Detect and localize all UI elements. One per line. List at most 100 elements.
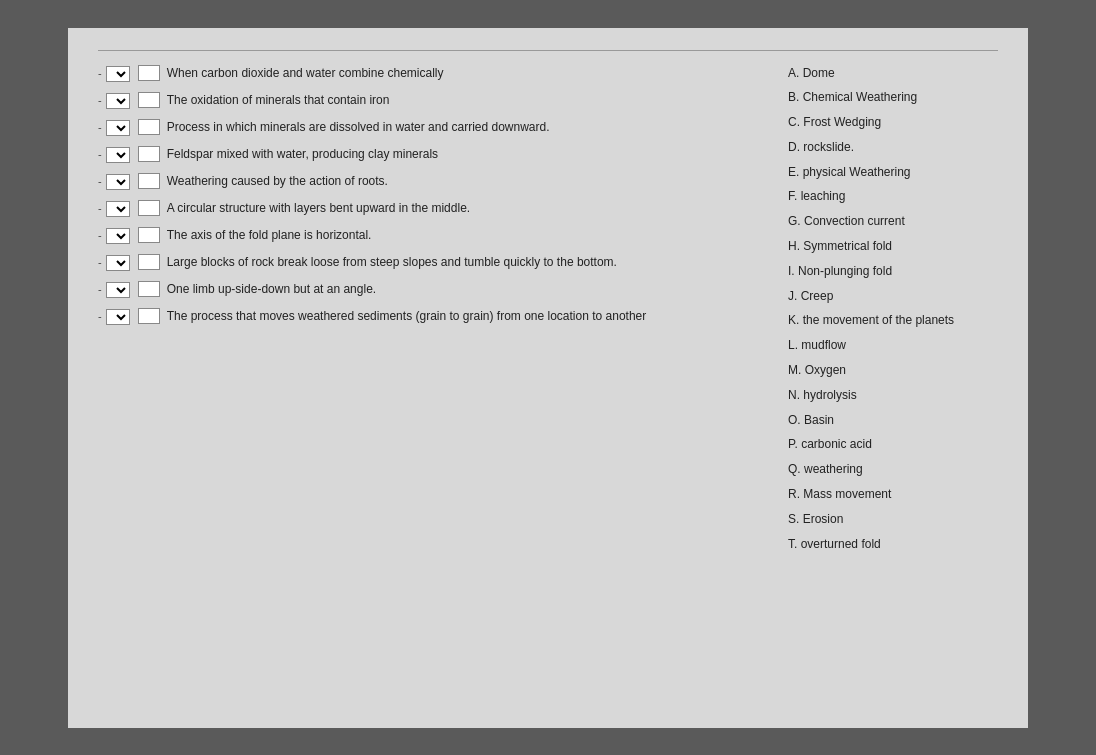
answer-letter: S. [788, 512, 803, 526]
answer-input-box[interactable] [138, 281, 160, 297]
answer-letter: I. [788, 264, 798, 278]
answer-item: E. physical Weathering [788, 164, 998, 181]
minus-control[interactable]: - [98, 67, 102, 79]
answer-select-10[interactable]: ABCDEFGHIJKLMNOPQRST [106, 309, 130, 325]
answer-letter: E. [788, 165, 803, 179]
minus-control[interactable]: - [98, 229, 102, 241]
answer-letter: T. [788, 537, 801, 551]
minus-control[interactable]: - [98, 202, 102, 214]
answer-item: I. Non-plunging fold [788, 263, 998, 280]
minus-control[interactable]: - [98, 121, 102, 133]
content-area: - ABCDEFGHIJKLMNOPQRST When carbon dioxi… [98, 65, 998, 561]
answer-letter: O. [788, 413, 804, 427]
answer-input-box[interactable] [138, 65, 160, 81]
answer-letter: J. [788, 289, 801, 303]
minus-control[interactable]: - [98, 310, 102, 322]
answer-item: J. Creep [788, 288, 998, 305]
answer-letter: P. [788, 437, 801, 451]
answer-input-box[interactable] [138, 92, 160, 108]
answer-letter: L. [788, 338, 801, 352]
answer-select-3[interactable]: ABCDEFGHIJKLMNOPQRST [106, 120, 130, 136]
answer-item: T. overturned fold [788, 536, 998, 553]
answer-input-box[interactable] [138, 146, 160, 162]
answer-letter: K. [788, 313, 803, 327]
page-title [98, 46, 998, 51]
answer-item: D. rockslide. [788, 139, 998, 156]
answer-letter: H. [788, 239, 803, 253]
answer-text: Basin [804, 413, 834, 427]
answer-text: Oxygen [805, 363, 846, 377]
answer-item: R. Mass movement [788, 486, 998, 503]
answer-item: F. leaching [788, 188, 998, 205]
question-text: A circular structure with layers bent up… [167, 200, 470, 217]
answer-input-box[interactable] [138, 254, 160, 270]
main-page: - ABCDEFGHIJKLMNOPQRST When carbon dioxi… [68, 28, 1028, 728]
answer-letter: R. [788, 487, 803, 501]
answer-item: G. Convection current [788, 213, 998, 230]
question-text: When carbon dioxide and water combine ch… [167, 65, 444, 82]
question-row: - ABCDEFGHIJKLMNOPQRST Weathering caused… [98, 173, 758, 190]
answer-input-box[interactable] [138, 173, 160, 189]
answer-input-box[interactable] [138, 200, 160, 216]
question-text: Weathering caused by the action of roots… [167, 173, 388, 190]
answer-text: weathering [804, 462, 863, 476]
answer-text: Frost Wedging [803, 115, 881, 129]
answer-item: B. Chemical Weathering [788, 89, 998, 106]
question-row: - ABCDEFGHIJKLMNOPQRST When carbon dioxi… [98, 65, 758, 82]
answer-text: overturned fold [801, 537, 881, 551]
answer-letter: F. [788, 189, 801, 203]
answer-letter: C. [788, 115, 803, 129]
question-row: - ABCDEFGHIJKLMNOPQRST The process that … [98, 308, 758, 325]
answer-text: Dome [803, 66, 835, 80]
question-text: Process in which minerals are dissolved … [167, 119, 550, 136]
answer-text: Non-plunging fold [798, 264, 892, 278]
answer-item: P. carbonic acid [788, 436, 998, 453]
question-row: - ABCDEFGHIJKLMNOPQRST A circular struct… [98, 200, 758, 217]
answer-text: carbonic acid [801, 437, 872, 451]
minus-control[interactable]: - [98, 256, 102, 268]
answer-text: mudflow [801, 338, 846, 352]
answer-select-5[interactable]: ABCDEFGHIJKLMNOPQRST [106, 174, 130, 190]
minus-control[interactable]: - [98, 175, 102, 187]
question-text: One limb up-side-down but at an angle. [167, 281, 376, 298]
left-column: - ABCDEFGHIJKLMNOPQRST When carbon dioxi… [98, 65, 778, 561]
answer-select-1[interactable]: ABCDEFGHIJKLMNOPQRST [106, 66, 130, 82]
answer-letter: D. [788, 140, 803, 154]
answer-item: L. mudflow [788, 337, 998, 354]
answer-input-box[interactable] [138, 227, 160, 243]
question-row: - ABCDEFGHIJKLMNOPQRST Feldspar mixed wi… [98, 146, 758, 163]
question-row: - ABCDEFGHIJKLMNOPQRST The axis of the f… [98, 227, 758, 244]
answer-letter: A. [788, 66, 803, 80]
minus-control[interactable]: - [98, 283, 102, 295]
answer-select-2[interactable]: ABCDEFGHIJKLMNOPQRST [106, 93, 130, 109]
answer-item: M. Oxygen [788, 362, 998, 379]
answer-text: Erosion [803, 512, 844, 526]
question-row: - ABCDEFGHIJKLMNOPQRST One limb up-side-… [98, 281, 758, 298]
answer-input-box[interactable] [138, 308, 160, 324]
question-text: Large blocks of rock break loose from st… [167, 254, 617, 271]
answer-select-6[interactable]: ABCDEFGHIJKLMNOPQRST [106, 201, 130, 217]
answer-text: Symmetrical fold [803, 239, 892, 253]
answer-select-9[interactable]: ABCDEFGHIJKLMNOPQRST [106, 282, 130, 298]
question-row: - ABCDEFGHIJKLMNOPQRST The oxidation of … [98, 92, 758, 109]
minus-control[interactable]: - [98, 94, 102, 106]
answer-select-8[interactable]: ABCDEFGHIJKLMNOPQRST [106, 255, 130, 271]
answer-text: Chemical Weathering [803, 90, 918, 104]
answer-item: H. Symmetrical fold [788, 238, 998, 255]
minus-control[interactable]: - [98, 148, 102, 160]
answer-item: A. Dome [788, 65, 998, 82]
question-text: The process that moves weathered sedimen… [167, 308, 647, 325]
answer-item: Q. weathering [788, 461, 998, 478]
question-row: - ABCDEFGHIJKLMNOPQRST Process in which … [98, 119, 758, 136]
answer-text: Mass movement [803, 487, 891, 501]
answer-select-7[interactable]: ABCDEFGHIJKLMNOPQRST [106, 228, 130, 244]
answer-input-box[interactable] [138, 119, 160, 135]
answer-item: S. Erosion [788, 511, 998, 528]
answer-letter: G. [788, 214, 804, 228]
answer-letter: B. [788, 90, 803, 104]
answer-text: leaching [801, 189, 846, 203]
answer-select-4[interactable]: ABCDEFGHIJKLMNOPQRST [106, 147, 130, 163]
answer-text: the movement of the planets [803, 313, 954, 327]
question-text: The axis of the fold plane is horizontal… [167, 227, 372, 244]
answer-text: rockslide. [803, 140, 854, 154]
